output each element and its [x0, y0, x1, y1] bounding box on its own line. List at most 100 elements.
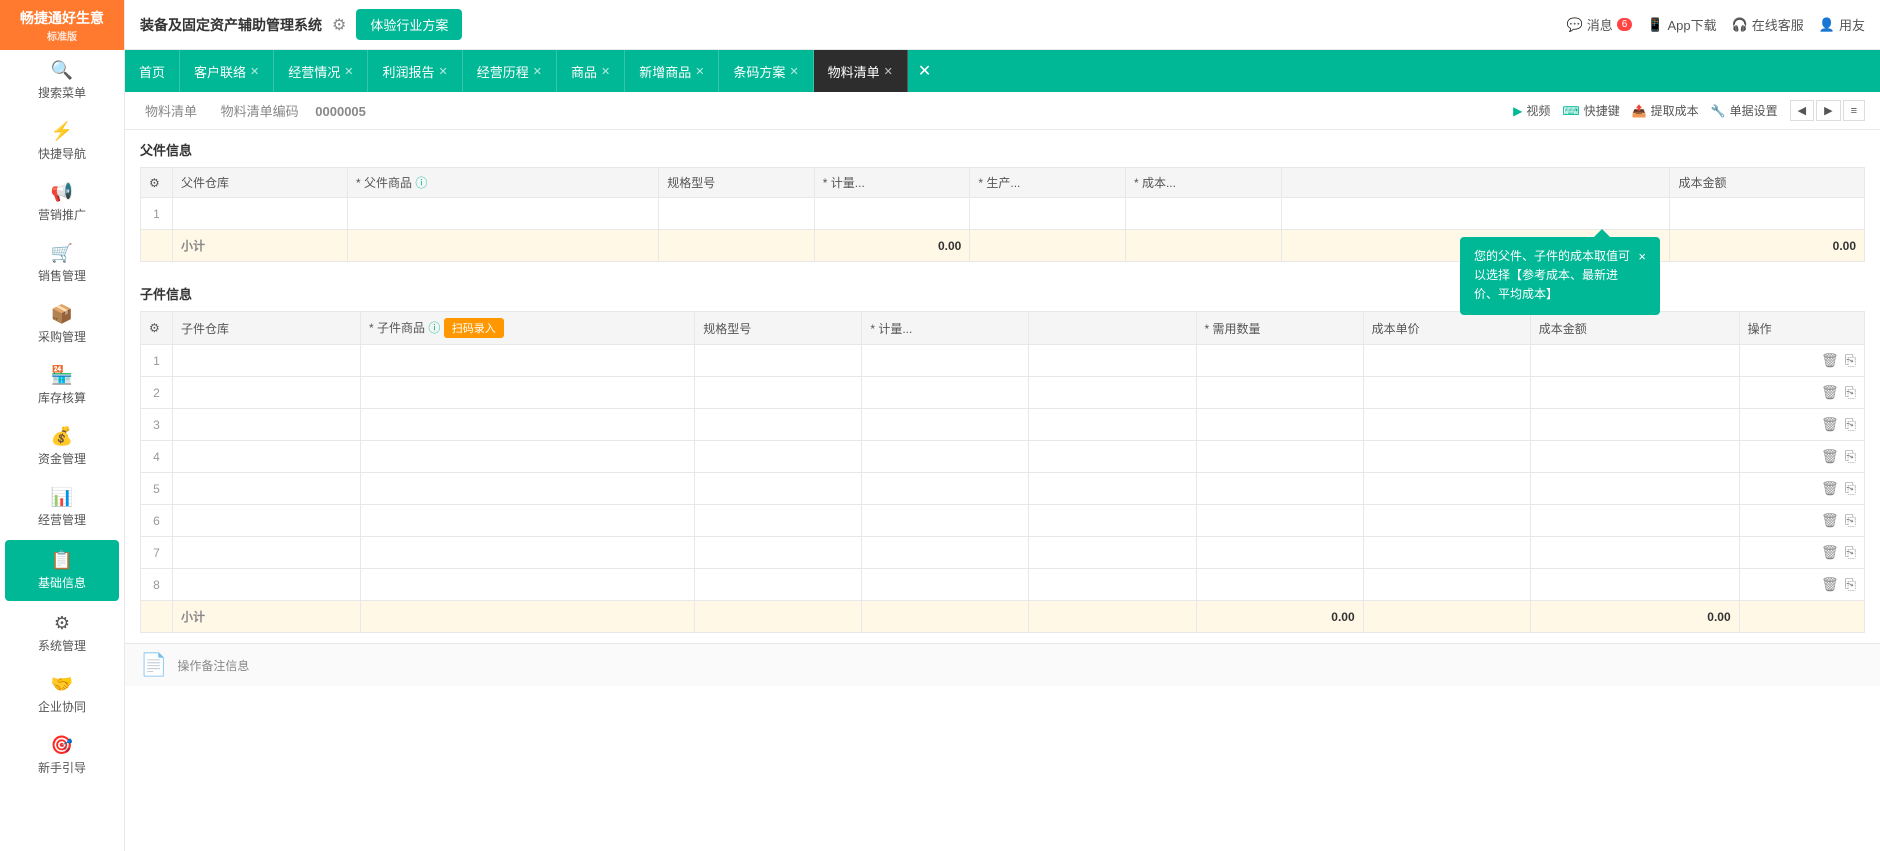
sidebar-item-新手引导[interactable]: 🎯新手引导: [0, 725, 124, 786]
child-price-cell[interactable]: [1363, 345, 1530, 377]
navtab-close-icon[interactable]: ✕: [344, 65, 353, 78]
child-price-cell[interactable]: [1363, 473, 1530, 505]
navtab-商品[interactable]: 商品✕: [557, 50, 625, 92]
child-price-cell[interactable]: [1363, 569, 1530, 601]
child-spec-cell[interactable]: [695, 537, 862, 569]
parent-product-cell[interactable]: [348, 198, 659, 230]
navtab-经营历程[interactable]: 经营历程✕: [463, 50, 557, 92]
sidebar-item-搜索菜单[interactable]: 🔍搜索菜单: [0, 50, 124, 111]
child-qty-cell[interactable]: [1196, 409, 1363, 441]
delete-icon[interactable]: 🗑: [1821, 576, 1839, 593]
child-qty-cell[interactable]: [1196, 441, 1363, 473]
navtab-经营情况[interactable]: 经营情况✕: [274, 50, 368, 92]
next-arrow[interactable]: ▶: [1816, 100, 1840, 121]
sidebar-item-库存核算[interactable]: 🏪库存核算: [0, 355, 124, 416]
copy-icon[interactable]: ⎘: [1845, 384, 1856, 401]
app-download-item[interactable]: 📱 App下载: [1647, 15, 1716, 34]
child-amount-cell[interactable]: [1530, 537, 1739, 569]
child-unit-cell[interactable]: [862, 537, 1029, 569]
scan-button[interactable]: 扫码录入: [444, 318, 504, 338]
menu-arrow[interactable]: ≡: [1843, 100, 1865, 121]
parent-unit-cell[interactable]: [814, 198, 970, 230]
navtab-条码方案[interactable]: 条码方案✕: [719, 50, 813, 92]
online-service-item[interactable]: 🎧 在线客服: [1732, 15, 1804, 34]
child-unit-cell[interactable]: [862, 377, 1029, 409]
sidebar-item-采购管理[interactable]: 📦采购管理: [0, 294, 124, 355]
child-amount-cell[interactable]: [1530, 345, 1739, 377]
messages-item[interactable]: 💬 消息 6: [1567, 15, 1633, 34]
parent-settings-icon[interactable]: ⚙: [149, 176, 160, 190]
delete-icon[interactable]: 🗑: [1821, 352, 1839, 369]
child-product-cell[interactable]: [361, 537, 695, 569]
child-warehouse-cell[interactable]: [173, 345, 361, 377]
delete-icon[interactable]: 🗑: [1821, 448, 1839, 465]
child-spec-cell[interactable]: [695, 473, 862, 505]
single-settings-tool[interactable]: 🔧 单据设置: [1711, 102, 1778, 119]
navtab-close-icon[interactable]: ✕: [601, 65, 610, 78]
child-spec-cell[interactable]: [695, 409, 862, 441]
child-qty-cell[interactable]: [1196, 345, 1363, 377]
delete-icon[interactable]: 🗑: [1821, 544, 1839, 561]
child-product-cell[interactable]: [361, 409, 695, 441]
parent-amount-cell[interactable]: [1670, 198, 1865, 230]
navtab-close-icon[interactable]: ✕: [439, 65, 448, 78]
navtab-close-icon[interactable]: ✕: [789, 65, 798, 78]
child-warehouse-cell[interactable]: [173, 377, 361, 409]
navtab-利润报告[interactable]: 利润报告✕: [368, 50, 462, 92]
prev-arrow[interactable]: ◀: [1790, 100, 1814, 121]
navtab-close-icon[interactable]: ✕: [250, 65, 259, 78]
shortcut-tool[interactable]: ⌨ 快捷键: [1562, 102, 1619, 119]
child-spec-cell[interactable]: [695, 569, 862, 601]
sidebar-item-基础信息[interactable]: 📋基础信息: [5, 540, 119, 601]
child-warehouse-cell[interactable]: [173, 569, 361, 601]
navtab-close-icon[interactable]: ✕: [884, 65, 893, 78]
delete-icon[interactable]: 🗑: [1821, 416, 1839, 433]
child-amount-cell[interactable]: [1530, 505, 1739, 537]
child-warehouse-cell[interactable]: [173, 409, 361, 441]
parent-production-cell[interactable]: [970, 198, 1126, 230]
child-unit-cell[interactable]: [862, 569, 1029, 601]
sidebar-item-快捷导航[interactable]: ⚡快捷导航: [0, 111, 124, 172]
child-unit-cell[interactable]: [862, 345, 1029, 377]
navtab-close-icon[interactable]: ✕: [533, 65, 542, 78]
child-amount-cell[interactable]: [1530, 569, 1739, 601]
sidebar-item-企业协同[interactable]: 🤝企业协同: [0, 664, 124, 725]
child-amount-cell[interactable]: [1530, 441, 1739, 473]
child-price-cell[interactable]: [1363, 505, 1530, 537]
child-qty-cell[interactable]: [1196, 569, 1363, 601]
navtab-物料清单[interactable]: 物料清单✕: [814, 50, 908, 92]
child-amount-cell[interactable]: [1530, 473, 1739, 505]
child-product-cell[interactable]: [361, 473, 695, 505]
tooltip-close-button[interactable]: ×: [1638, 247, 1646, 268]
sidebar-item-资金管理[interactable]: 💰资金管理: [0, 416, 124, 477]
delete-icon[interactable]: 🗑: [1821, 480, 1839, 497]
child-warehouse-cell[interactable]: [173, 441, 361, 473]
child-qty-cell[interactable]: [1196, 377, 1363, 409]
child-price-cell[interactable]: [1363, 409, 1530, 441]
navtab-首页[interactable]: 首页: [125, 50, 180, 92]
child-spec-cell[interactable]: [695, 345, 862, 377]
navtab-新增商品[interactable]: 新增商品✕: [625, 50, 719, 92]
child-amount-cell[interactable]: [1530, 409, 1739, 441]
delete-icon[interactable]: 🗑: [1821, 512, 1839, 529]
child-product-cell[interactable]: [361, 569, 695, 601]
child-spec-cell[interactable]: [695, 505, 862, 537]
child-warehouse-cell[interactable]: [173, 473, 361, 505]
child-product-cell[interactable]: [361, 441, 695, 473]
child-spec-cell[interactable]: [695, 377, 862, 409]
child-unit-cell[interactable]: [862, 473, 1029, 505]
parent-warehouse-cell[interactable]: [173, 198, 348, 230]
parent-spec-cell[interactable]: [659, 198, 815, 230]
copy-icon[interactable]: ⎘: [1845, 544, 1856, 561]
child-amount-cell[interactable]: [1530, 377, 1739, 409]
copy-icon[interactable]: ⎘: [1845, 352, 1856, 369]
child-product-cell[interactable]: [361, 505, 695, 537]
child-product-cell[interactable]: [361, 377, 695, 409]
parent-cost-cell[interactable]: [1125, 198, 1281, 230]
navtab-客户联络[interactable]: 客户联络✕: [180, 50, 274, 92]
copy-icon[interactable]: ⎘: [1845, 576, 1856, 593]
child-product-cell[interactable]: [361, 345, 695, 377]
settings-icon[interactable]: ⚙: [332, 15, 346, 35]
child-unit-cell[interactable]: [862, 409, 1029, 441]
child-price-cell[interactable]: [1363, 537, 1530, 569]
